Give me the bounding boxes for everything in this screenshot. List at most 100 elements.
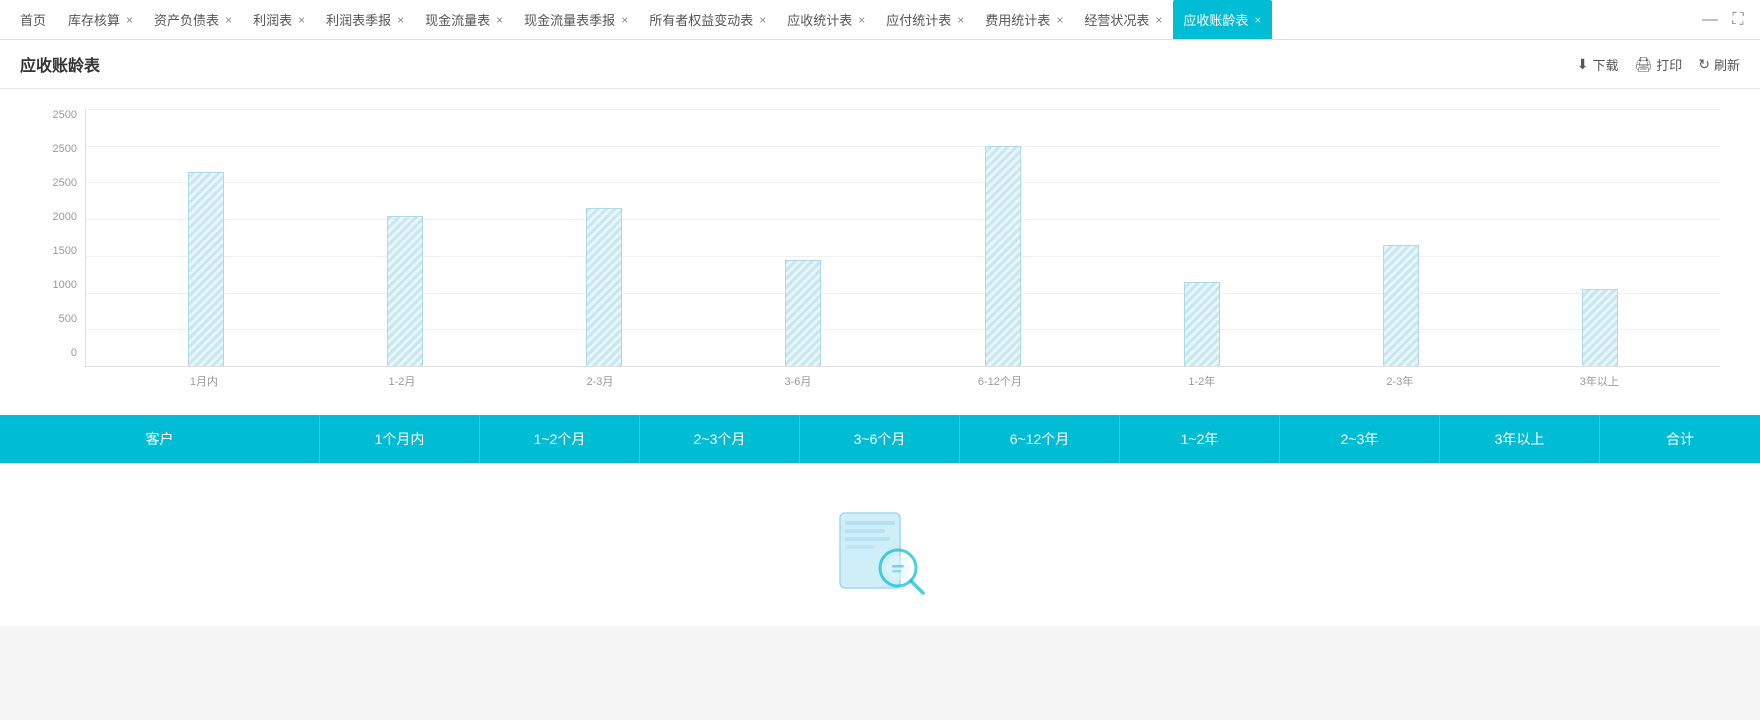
- bar-chart: 2500 2500 2500 2000 1500 1000 500 0 1月内 1-2月 2-3月…: [40, 109, 1720, 389]
- y-axis-label: 1500: [53, 245, 77, 257]
- y-axis: 2500 2500 2500 2000 1500 1000 500 0: [40, 109, 85, 389]
- y-axis-label: 2500: [53, 109, 77, 121]
- bars-row: [86, 109, 1720, 366]
- tab-label-xianjin: 现金流量表: [425, 10, 490, 29]
- bar-group: [785, 260, 821, 366]
- bar-group: [985, 146, 1021, 366]
- tab-quanyi[interactable]: 所有者权益变动表 ×: [639, 0, 777, 40]
- y-axis-label: 2500: [53, 143, 77, 155]
- download-label: 下载: [1592, 55, 1618, 74]
- y-axis-label: 2500: [53, 177, 77, 189]
- y-axis-label: 1000: [53, 279, 77, 291]
- tab-label-lirunJi: 利润表季报: [326, 10, 391, 29]
- tab-label-quanyi: 所有者权益变动表: [649, 10, 753, 29]
- chart-area: 2500 2500 2500 2000 1500 1000 500 0 1月内 1-2月 2-3月…: [0, 89, 1760, 399]
- tab-label-lirun: 利润表: [253, 10, 292, 29]
- y-axis-label: 2000: [53, 211, 77, 223]
- print-icon: 🖨: [1634, 56, 1652, 73]
- bar: [1582, 289, 1618, 366]
- table-header-cell: 1~2年: [1120, 415, 1280, 463]
- table-header-cell: 2~3个月: [640, 415, 800, 463]
- tab-home[interactable]: 首页: [8, 0, 58, 40]
- print-label: 打印: [1656, 55, 1682, 74]
- bars-area: [85, 109, 1720, 367]
- bar: [387, 216, 423, 366]
- table-header-cell: 6~12个月: [960, 415, 1120, 463]
- page-actions: ⬇ 下载 🖨 打印 ↻ 刷新: [1577, 55, 1740, 74]
- refresh-icon: ↻: [1698, 56, 1710, 73]
- table-header-cell: 客户: [0, 415, 320, 463]
- tab-yingshou[interactable]: 应收统计表 ×: [777, 0, 876, 40]
- tabs-scroll: 库存核算×资产负债表×利润表×利润表季报×现金流量表×现金流量表季报×所有者权益…: [58, 0, 1696, 40]
- tab-close-yingshou[interactable]: ×: [858, 14, 865, 26]
- x-axis-label: 1月内: [186, 373, 222, 389]
- bar-group: [1582, 289, 1618, 366]
- x-labels: 1月内 1-2月 2-3月 3-6月 6-12个月 1-2年 2-3年 3年以上: [85, 367, 1720, 389]
- x-axis-label: 1-2年: [1184, 373, 1220, 389]
- tab-close-xianjinJi[interactable]: ×: [621, 14, 628, 26]
- tab-close-zichan[interactable]: ×: [225, 14, 232, 26]
- refresh-button[interactable]: ↻ 刷新: [1698, 55, 1740, 74]
- tab-label-yingshou: 应收统计表: [787, 10, 852, 29]
- refresh-label: 刷新: [1714, 55, 1740, 74]
- tab-close-quanyi[interactable]: ×: [759, 14, 766, 26]
- y-axis-label: 500: [59, 313, 77, 325]
- tab-zhangling[interactable]: 应收账龄表 ×: [1173, 0, 1272, 40]
- tab-close-feiyong[interactable]: ×: [1056, 14, 1063, 26]
- bar: [188, 172, 224, 366]
- bar-group: [188, 172, 224, 366]
- table-header-cell: 3年以上: [1440, 415, 1600, 463]
- tab-jingying[interactable]: 经营状况表 ×: [1074, 0, 1173, 40]
- tab-label-kucun: 库存核算: [68, 10, 120, 29]
- bar-group: [387, 216, 423, 366]
- table-header-cell: 合计: [1600, 415, 1760, 463]
- tab-bar-right: — ⛶: [1696, 6, 1760, 34]
- tab-xianjin[interactable]: 现金流量表 ×: [415, 0, 514, 40]
- tab-yingfu[interactable]: 应付统计表 ×: [876, 0, 975, 40]
- tab-lirun[interactable]: 利润表 ×: [243, 0, 316, 40]
- main-content: 2500 2500 2500 2000 1500 1000 500 0 1月内 1-2月 2-3月…: [0, 89, 1760, 626]
- bar-group: [586, 208, 622, 366]
- tab-lirunJi[interactable]: 利润表季报 ×: [316, 0, 415, 40]
- page-header: 应收账龄表 ⬇ 下载 🖨 打印 ↻ 刷新: [0, 40, 1760, 89]
- table-header-cell: 1个月内: [320, 415, 480, 463]
- tab-close-jingying[interactable]: ×: [1155, 14, 1162, 26]
- print-button[interactable]: 🖨 打印: [1634, 55, 1682, 74]
- tab-feiyong[interactable]: 费用统计表 ×: [975, 0, 1074, 40]
- table-header-cell: 2~3年: [1280, 415, 1440, 463]
- maximize-button[interactable]: ⛶: [1724, 6, 1752, 34]
- tab-label-zhangling: 应收账龄表: [1183, 10, 1248, 29]
- tab-zichan[interactable]: 资产负债表 ×: [144, 0, 243, 40]
- bar: [985, 146, 1021, 366]
- tab-kucun[interactable]: 库存核算 ×: [58, 0, 144, 40]
- tab-close-xianjin[interactable]: ×: [496, 14, 503, 26]
- download-button[interactable]: ⬇ 下载: [1577, 55, 1619, 74]
- bar-group: [1383, 245, 1419, 366]
- table-header: 客户1个月内1~2个月2~3个月3~6个月6~12个月1~2年2~3年3年以上合…: [0, 415, 1760, 463]
- tab-xianjinJi[interactable]: 现金流量表季报 ×: [514, 0, 639, 40]
- tab-close-lirun[interactable]: ×: [298, 14, 305, 26]
- tab-close-kucun[interactable]: ×: [126, 14, 133, 26]
- minimize-button[interactable]: —: [1696, 6, 1724, 34]
- x-axis-label: 2-3年: [1382, 373, 1418, 389]
- tab-label-feiyong: 费用统计表: [985, 10, 1050, 29]
- tab-close-lirunJi[interactable]: ×: [397, 14, 404, 26]
- tab-label-zichan: 资产负债表: [154, 10, 219, 29]
- tab-close-yingfu[interactable]: ×: [957, 14, 964, 26]
- y-axis-label: 0: [71, 347, 77, 359]
- x-axis-label: 3年以上: [1580, 373, 1619, 389]
- bar: [1383, 245, 1419, 366]
- x-axis-label: 1-2月: [384, 373, 420, 389]
- tab-label-jingying: 经营状况表: [1084, 10, 1149, 29]
- table-header-cell: 1~2个月: [480, 415, 640, 463]
- empty-icon: [820, 503, 940, 606]
- x-axis-label: 6-12个月: [978, 373, 1022, 389]
- tab-close-zhangling[interactable]: ×: [1254, 14, 1261, 26]
- page-title: 应收账龄表: [20, 52, 100, 76]
- tab-label-yingfu: 应付统计表: [886, 10, 951, 29]
- tab-label-xianjinJi: 现金流量表季报: [524, 10, 615, 29]
- x-axis-label: 2-3月: [582, 373, 618, 389]
- tab-bar: 首页 库存核算×资产负债表×利润表×利润表季报×现金流量表×现金流量表季报×所有…: [0, 0, 1760, 40]
- download-icon: ⬇: [1577, 56, 1589, 73]
- x-axis-label: 3-6月: [780, 373, 816, 389]
